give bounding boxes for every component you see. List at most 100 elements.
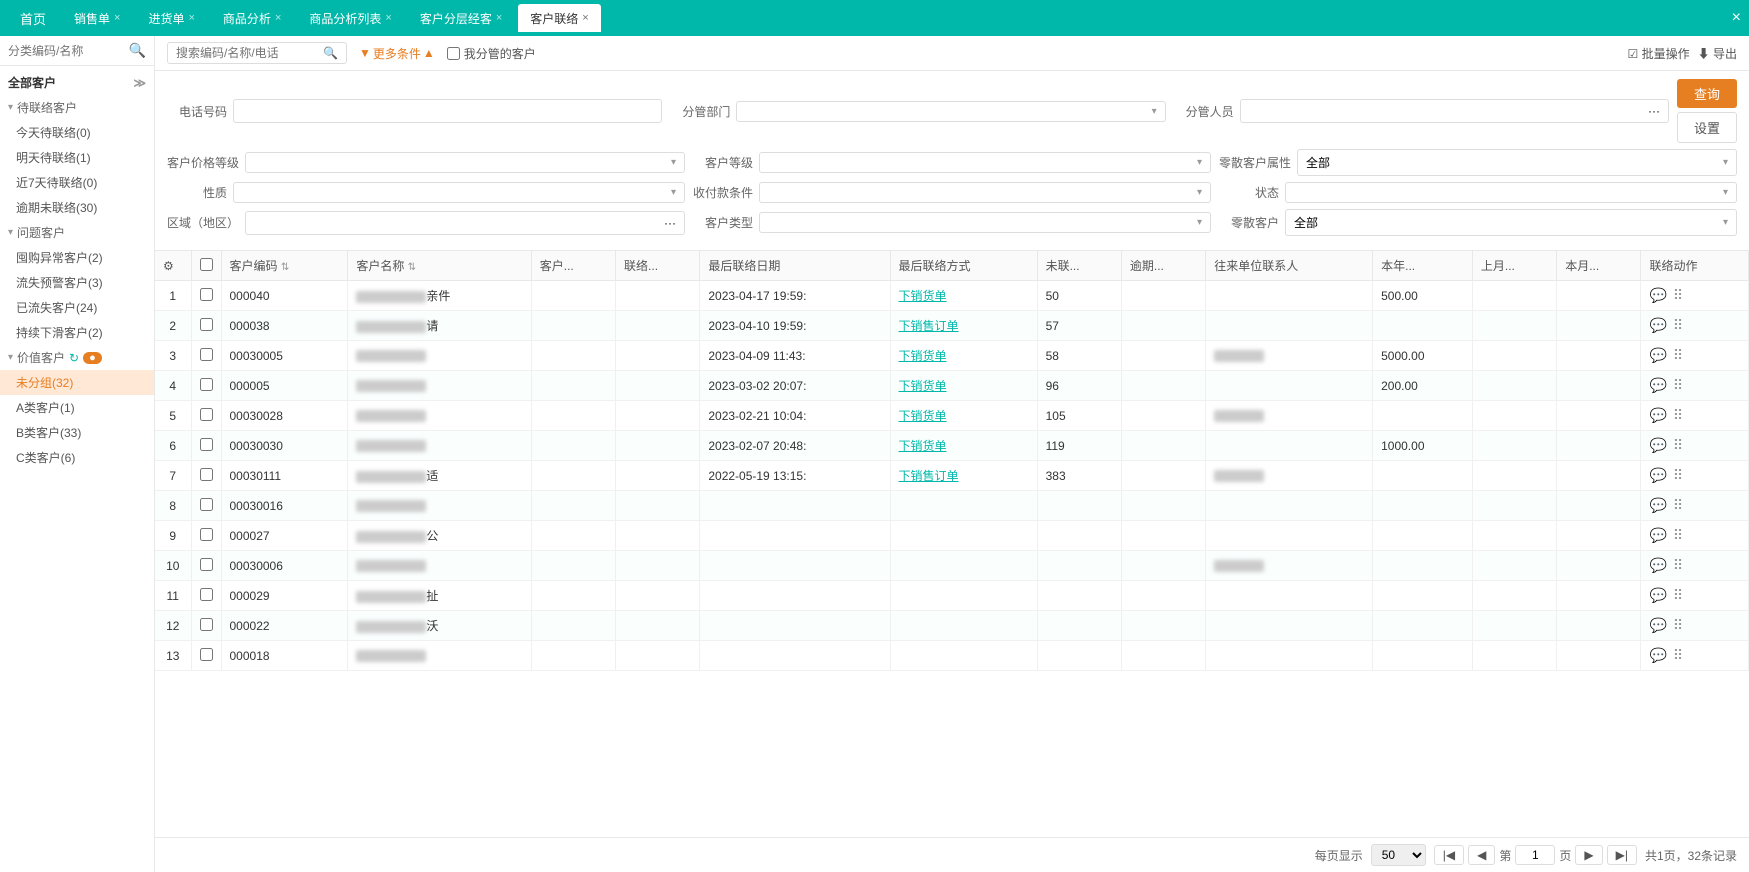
grid-icon[interactable]: ⠿ (1673, 377, 1683, 394)
row-checkbox-cell[interactable] (191, 401, 221, 431)
row-last-type-cell[interactable] (890, 641, 1037, 671)
row-checkbox-cell[interactable] (191, 431, 221, 461)
close-icon[interactable]: × (582, 12, 588, 24)
col-last-contact-type[interactable]: 最后联络方式 (890, 251, 1037, 281)
row-checkbox-cell[interactable] (191, 461, 221, 491)
nav-home[interactable]: 首页 (8, 4, 58, 32)
row-last-type-cell[interactable] (890, 581, 1037, 611)
nav-tab-product-analysis[interactable]: 商品分析 × (211, 4, 293, 32)
row-checkbox-cell[interactable] (191, 341, 221, 371)
close-all-tabs[interactable]: × (1732, 9, 1741, 27)
sidebar-item-class-b[interactable]: B类客户(33) (0, 420, 154, 445)
chat-icon[interactable]: 💬 (1649, 287, 1666, 304)
sidebar-item-churn-warning[interactable]: 流失预警客户(3) (0, 270, 154, 295)
grid-icon[interactable]: ⠿ (1673, 587, 1683, 604)
all-customers-header[interactable]: 全部客户 ≫ (0, 66, 154, 95)
page-last-button[interactable]: ▶| (1607, 845, 1637, 865)
col-last-contact-date[interactable]: 最后联络日期 (700, 251, 890, 281)
sidebar-item-overdue-contact[interactable]: 逾期未联络(30) (0, 195, 154, 220)
row-last-type-cell[interactable]: 下销售订单 (890, 461, 1037, 491)
row-checkbox[interactable] (200, 288, 213, 301)
row-checkbox[interactable] (200, 378, 213, 391)
grid-icon[interactable]: ⠿ (1673, 617, 1683, 634)
sidebar-search-input[interactable] (8, 44, 125, 58)
grid-icon[interactable]: ⠿ (1673, 347, 1683, 364)
close-icon[interactable]: × (114, 12, 120, 24)
row-last-type-cell[interactable] (890, 521, 1037, 551)
col-name[interactable]: 客户名称 ⇅ (348, 251, 531, 281)
nav-tab-sales[interactable]: 销售单 × (62, 4, 132, 32)
nav-tab-customer-contact[interactable]: 客户联络 × (518, 4, 600, 32)
page-number-input[interactable] (1515, 845, 1555, 865)
row-last-type-cell[interactable]: 下销货单 (890, 431, 1037, 461)
nav-tab-customer-segment[interactable]: 客户分层经客 × (408, 4, 514, 32)
select-all-checkbox[interactable] (200, 258, 213, 271)
col-company-contact[interactable]: 往来单位联系人 (1206, 251, 1373, 281)
row-checkbox[interactable] (200, 528, 213, 541)
sidebar-item-class-a[interactable]: A类客户(1) (0, 395, 154, 420)
sidebar-item-tomorrow-pending[interactable]: 明天待联络(1) (0, 145, 154, 170)
chat-icon[interactable]: 💬 (1649, 437, 1666, 454)
grid-icon[interactable]: ⠿ (1673, 497, 1683, 514)
row-last-type-cell[interactable]: 下销货单 (890, 371, 1037, 401)
payment-select[interactable]: ▾ (759, 182, 1211, 203)
row-checkbox-cell[interactable] (191, 521, 221, 551)
col-settings[interactable]: ⚙ (155, 251, 191, 281)
col-overdue[interactable]: 逾期... (1121, 251, 1205, 281)
dept-select[interactable]: ▾ (736, 101, 1165, 122)
col-this-year[interactable]: 本年... (1373, 251, 1473, 281)
row-checkbox-cell[interactable] (191, 281, 221, 311)
chat-icon[interactable]: 💬 (1649, 527, 1666, 544)
close-icon[interactable]: × (188, 12, 194, 24)
sidebar-item-declining[interactable]: 持续下滑客户(2) (0, 320, 154, 345)
phone-input[interactable] (233, 99, 662, 123)
row-checkbox-cell[interactable] (191, 551, 221, 581)
chat-icon[interactable]: 💬 (1649, 647, 1666, 664)
sidebar-group-problem[interactable]: ▾ 问题客户 (0, 220, 154, 245)
row-checkbox-cell[interactable] (191, 581, 221, 611)
row-last-type-cell[interactable] (890, 611, 1037, 641)
chat-icon[interactable]: 💬 (1649, 377, 1666, 394)
row-checkbox[interactable] (200, 318, 213, 331)
row-checkbox-cell[interactable] (191, 311, 221, 341)
row-checkbox-cell[interactable] (191, 371, 221, 401)
status-select[interactable]: ▾ (1285, 182, 1737, 203)
chat-icon[interactable]: 💬 (1649, 467, 1666, 484)
page-next-button[interactable]: ▶ (1575, 845, 1602, 865)
close-icon[interactable]: × (275, 12, 281, 24)
region-select[interactable]: ··· (245, 211, 685, 235)
row-checkbox[interactable] (200, 588, 213, 601)
export-button[interactable]: ⬇ 导出 (1698, 45, 1737, 62)
chat-icon[interactable]: 💬 (1649, 407, 1666, 424)
grid-icon[interactable]: ⠿ (1673, 527, 1683, 544)
close-icon[interactable]: × (385, 12, 391, 24)
col-code[interactable]: 客户编码 ⇅ (221, 251, 348, 281)
scattered-attr-select[interactable]: 全部 ▾ (1297, 149, 1737, 176)
grid-icon[interactable]: ⠿ (1673, 287, 1683, 304)
grid-icon[interactable]: ⠿ (1673, 437, 1683, 454)
row-checkbox[interactable] (200, 498, 213, 511)
row-last-type-cell[interactable]: 下销货单 (890, 341, 1037, 371)
row-checkbox-cell[interactable] (191, 491, 221, 521)
chat-icon[interactable]: 💬 (1649, 497, 1666, 514)
chat-icon[interactable]: 💬 (1649, 617, 1666, 634)
chat-icon[interactable]: 💬 (1649, 587, 1666, 604)
page-first-button[interactable]: |◀ (1434, 845, 1464, 865)
nav-tab-product-list[interactable]: 商品分析列表 × (297, 4, 403, 32)
row-last-type-cell[interactable] (890, 551, 1037, 581)
reset-button[interactable]: 设置 (1677, 112, 1737, 143)
row-checkbox-cell[interactable] (191, 641, 221, 671)
sidebar-item-class-c[interactable]: C类客户(6) (0, 445, 154, 470)
col-this-month[interactable]: 本月... (1557, 251, 1641, 281)
search-icon[interactable]: 🔍 (129, 42, 146, 59)
row-checkbox[interactable] (200, 618, 213, 631)
col-checkbox-all[interactable] (191, 251, 221, 281)
sidebar-group-pending[interactable]: ▾ 待联络客户 (0, 95, 154, 120)
sidebar-item-hoarding-abnormal[interactable]: 囤购异常客户(2) (0, 245, 154, 270)
nav-tab-purchase[interactable]: 进货单 × (136, 4, 206, 32)
close-icon[interactable]: × (496, 12, 502, 24)
customer-type-select[interactable]: ▾ (759, 212, 1211, 233)
page-prev-button[interactable]: ◀ (1468, 845, 1495, 865)
filter-search-input[interactable] (176, 46, 317, 60)
chat-icon[interactable]: 💬 (1649, 347, 1666, 364)
